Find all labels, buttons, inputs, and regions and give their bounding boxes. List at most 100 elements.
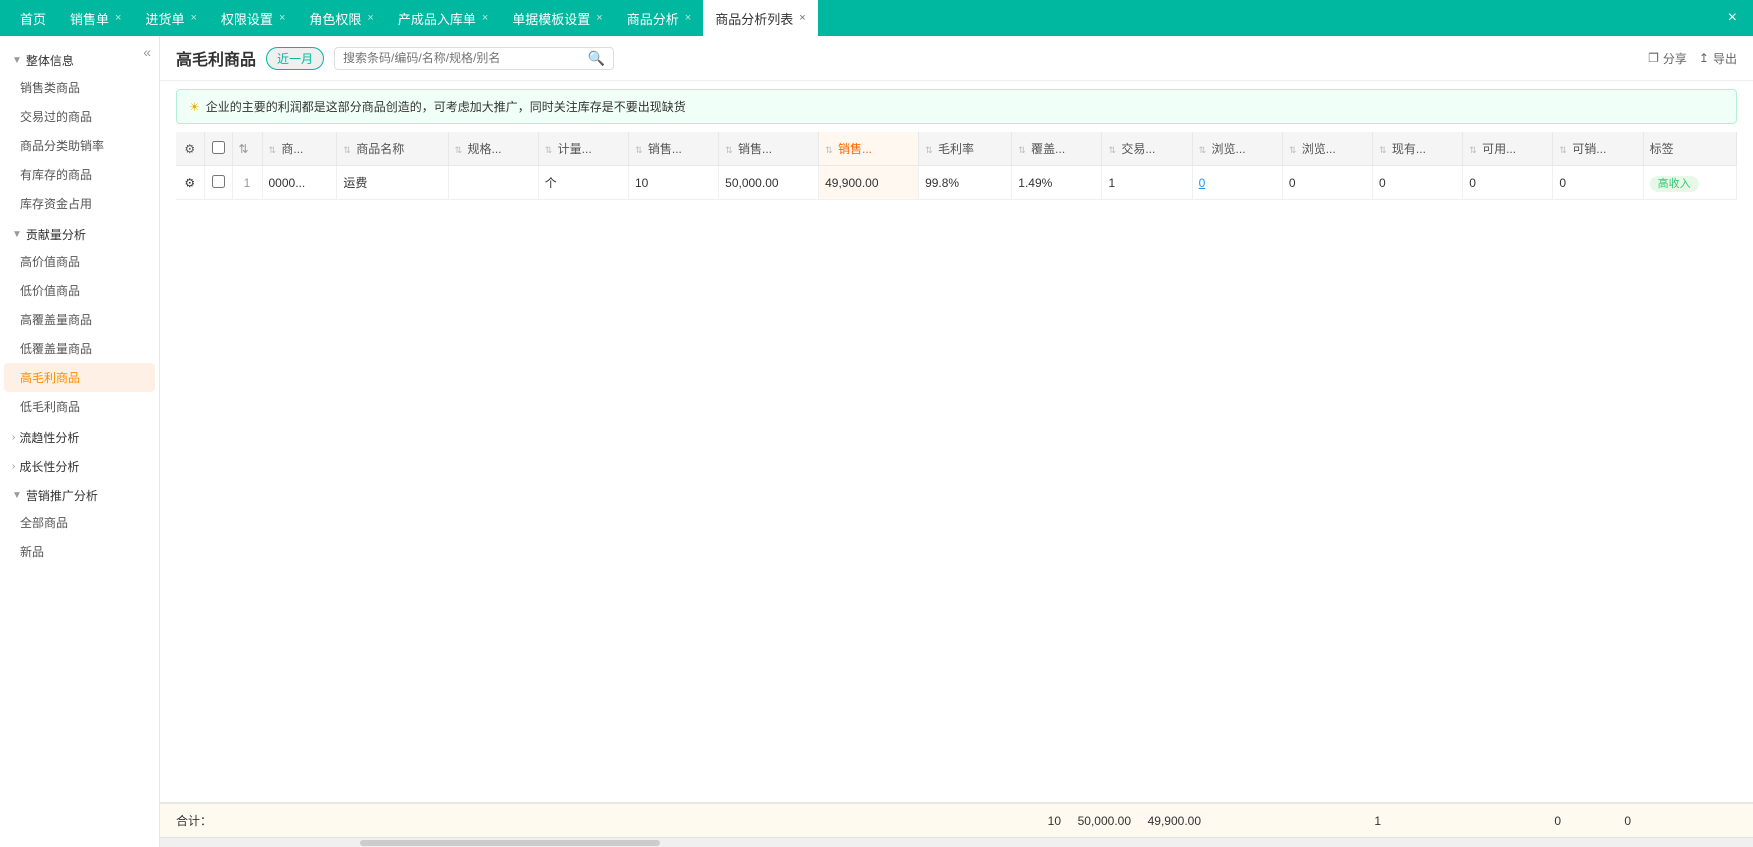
sidebar-item-stocked-goods[interactable]: 有库存的商品 xyxy=(0,160,159,189)
share-button[interactable]: ❐ 分享 xyxy=(1648,50,1687,67)
sidebar-item-low-coverage[interactable]: 低覆盖量商品 xyxy=(0,334,159,363)
horizontal-scrollbar[interactable] xyxy=(160,837,1753,847)
period-button[interactable]: 近一月 xyxy=(266,47,324,70)
close-icon[interactable]: × xyxy=(367,12,373,24)
nav-product-inbound[interactable]: 产成品入库单 × xyxy=(386,0,500,36)
close-icon[interactable]: × xyxy=(799,12,805,24)
sort-icon: ⇅ xyxy=(635,145,643,155)
table-container: ⚙ ⇅ ⇅ 商... ⇅ 商品名称 xyxy=(160,132,1753,802)
sidebar-item-low-value[interactable]: 低价值商品 xyxy=(0,276,159,305)
col-sales-amount[interactable]: ⇅ 销售... xyxy=(719,132,819,166)
window-close-button[interactable]: × xyxy=(1720,9,1745,27)
expand-arrow-icon: ▼ xyxy=(12,229,22,240)
sort-icon: ⇅ xyxy=(1469,145,1477,155)
search-input[interactable] xyxy=(343,51,588,65)
expand-arrow-icon: ▼ xyxy=(12,490,22,501)
expand-arrow-icon: ▼ xyxy=(12,55,22,66)
col-code[interactable]: ⇅ 商... xyxy=(262,132,337,166)
main-container: « ▼ 整体信息 销售类商品 交易过的商品 商品分类助销率 有库存的商品 库存资… xyxy=(0,36,1753,847)
nav-sales-order[interactable]: 销售单 × xyxy=(58,0,133,36)
row-checkbox[interactable] xyxy=(204,166,232,200)
sidebar-group-contribution[interactable]: ▼ 贡献量分析 xyxy=(0,218,159,247)
search-icon[interactable]: 🔍 xyxy=(588,50,605,67)
content-header: 高毛利商品 近一月 🔍 ❐ 分享 ↥ 导出 xyxy=(160,36,1753,81)
tag-badge: 高收入 xyxy=(1650,176,1699,192)
page-title: 高毛利商品 xyxy=(176,46,256,70)
sort-icon: ⇅ xyxy=(455,145,463,155)
col-settings[interactable]: ⚙ xyxy=(176,132,204,166)
nav-template-settings[interactable]: 单据模板设置 × xyxy=(500,0,614,36)
sidebar-item-all-goods[interactable]: 全部商品 xyxy=(0,508,159,537)
col-current-stock[interactable]: ⇅ 现有... xyxy=(1373,132,1463,166)
close-icon[interactable]: × xyxy=(190,12,196,24)
sidebar-group-overall[interactable]: ▼ 整体信息 xyxy=(0,44,159,73)
nav-home[interactable]: 首页 xyxy=(8,0,58,36)
col-transactions[interactable]: ⇅ 交易... xyxy=(1102,132,1192,166)
row-sales-qty: 10 xyxy=(628,166,718,200)
row-select-checkbox[interactable] xyxy=(212,175,225,188)
sort-icon: ⇅ xyxy=(343,145,351,155)
expand-arrow-icon: › xyxy=(12,432,15,443)
col-sales-profit[interactable]: ⇅ 销售... xyxy=(819,132,919,166)
sort-icon: ⇅ xyxy=(1108,145,1116,155)
sidebar-item-high-margin[interactable]: 高毛利商品 xyxy=(4,363,155,392)
col-saleable[interactable]: ⇅ 可销... xyxy=(1553,132,1643,166)
sidebar-item-stock-capital[interactable]: 库存资金占用 xyxy=(0,189,159,218)
info-icon: ☀ xyxy=(189,100,200,114)
sidebar-collapse-button[interactable]: « xyxy=(143,44,151,60)
sort-icon: ⇅ xyxy=(925,145,933,155)
col-views2[interactable]: ⇅ 浏览... xyxy=(1282,132,1372,166)
nav-purchase-order[interactable]: 进货单 × xyxy=(133,0,208,36)
close-icon[interactable]: × xyxy=(596,12,602,24)
col-name[interactable]: ⇅ 商品名称 xyxy=(337,132,448,166)
col-sales-qty[interactable]: ⇅ 销售... xyxy=(628,132,718,166)
col-available[interactable]: ⇅ 可用... xyxy=(1463,132,1553,166)
scrollbar-thumb[interactable] xyxy=(360,840,660,846)
content-area: 高毛利商品 近一月 🔍 ❐ 分享 ↥ 导出 ☀ 企业的主要的利润都是这部分商品创… xyxy=(160,36,1753,847)
col-gross-margin[interactable]: ⇅ 毛利率 xyxy=(919,132,1012,166)
close-icon[interactable]: × xyxy=(115,12,121,24)
sidebar-item-traded-goods[interactable]: 交易过的商品 xyxy=(0,102,159,131)
sort-icon: ⇅ xyxy=(1018,145,1026,155)
sidebar-item-low-margin[interactable]: 低毛利商品 xyxy=(0,392,159,421)
close-icon[interactable]: × xyxy=(482,12,488,24)
sort-icon: ⇅ xyxy=(269,145,277,155)
col-coverage[interactable]: ⇅ 覆盖... xyxy=(1012,132,1102,166)
sidebar-item-new-goods[interactable]: 新品 xyxy=(0,537,159,566)
row-num: 1 xyxy=(232,166,262,200)
row-settings[interactable]: ⚙ xyxy=(176,166,204,200)
sidebar-item-category-rate[interactable]: 商品分类助销率 xyxy=(0,131,159,160)
col-views1[interactable]: ⇅ 浏览... xyxy=(1192,132,1282,166)
col-spec[interactable]: ⇅ 规格... xyxy=(448,132,538,166)
sort-icon: ⇅ xyxy=(725,145,733,155)
header-actions: ❐ 分享 ↥ 导出 xyxy=(1648,50,1737,67)
sidebar-item-high-coverage[interactable]: 高覆盖量商品 xyxy=(0,305,159,334)
sidebar: « ▼ 整体信息 销售类商品 交易过的商品 商品分类助销率 有库存的商品 库存资… xyxy=(0,36,160,847)
sidebar-item-high-value[interactable]: 高价值商品 xyxy=(0,247,159,276)
close-icon[interactable]: × xyxy=(279,12,285,24)
share-icon: ❐ xyxy=(1648,51,1659,65)
row-sales-amount: 50,000.00 xyxy=(719,166,819,200)
select-all-checkbox[interactable] xyxy=(212,141,225,154)
close-icon[interactable]: × xyxy=(685,12,691,24)
sidebar-group-marketing[interactable]: ▼ 营销推广分析 xyxy=(0,479,159,508)
col-tag: 标签 xyxy=(1643,132,1736,166)
window-controls: × xyxy=(1720,9,1745,27)
sidebar-group-trend[interactable]: › 流趋性分析 xyxy=(0,421,159,450)
col-checkbox xyxy=(204,132,232,166)
sidebar-group-growth[interactable]: › 成长性分析 xyxy=(0,450,159,479)
nav-product-analysis-list[interactable]: 商品分析列表 × xyxy=(703,0,817,36)
footer-label: 合计： xyxy=(176,812,236,829)
row-spec xyxy=(448,166,538,200)
nav-product-analysis[interactable]: 商品分析 × xyxy=(615,0,703,36)
table-header-row: ⚙ ⇅ ⇅ 商... ⇅ 商品名称 xyxy=(176,132,1737,166)
row-views1[interactable]: 0 xyxy=(1192,166,1282,200)
col-unit[interactable]: ⇅ 计量... xyxy=(538,132,628,166)
nav-permission-settings[interactable]: 权限设置 × xyxy=(209,0,297,36)
sort-icon: ⇅ xyxy=(1289,145,1297,155)
sidebar-item-sales-goods[interactable]: 销售类商品 xyxy=(0,73,159,102)
export-button[interactable]: ↥ 导出 xyxy=(1699,50,1737,67)
row-transactions: 1 xyxy=(1102,166,1192,200)
nav-role-permission[interactable]: 角色权限 × xyxy=(297,0,385,36)
export-icon: ↥ xyxy=(1699,51,1709,65)
